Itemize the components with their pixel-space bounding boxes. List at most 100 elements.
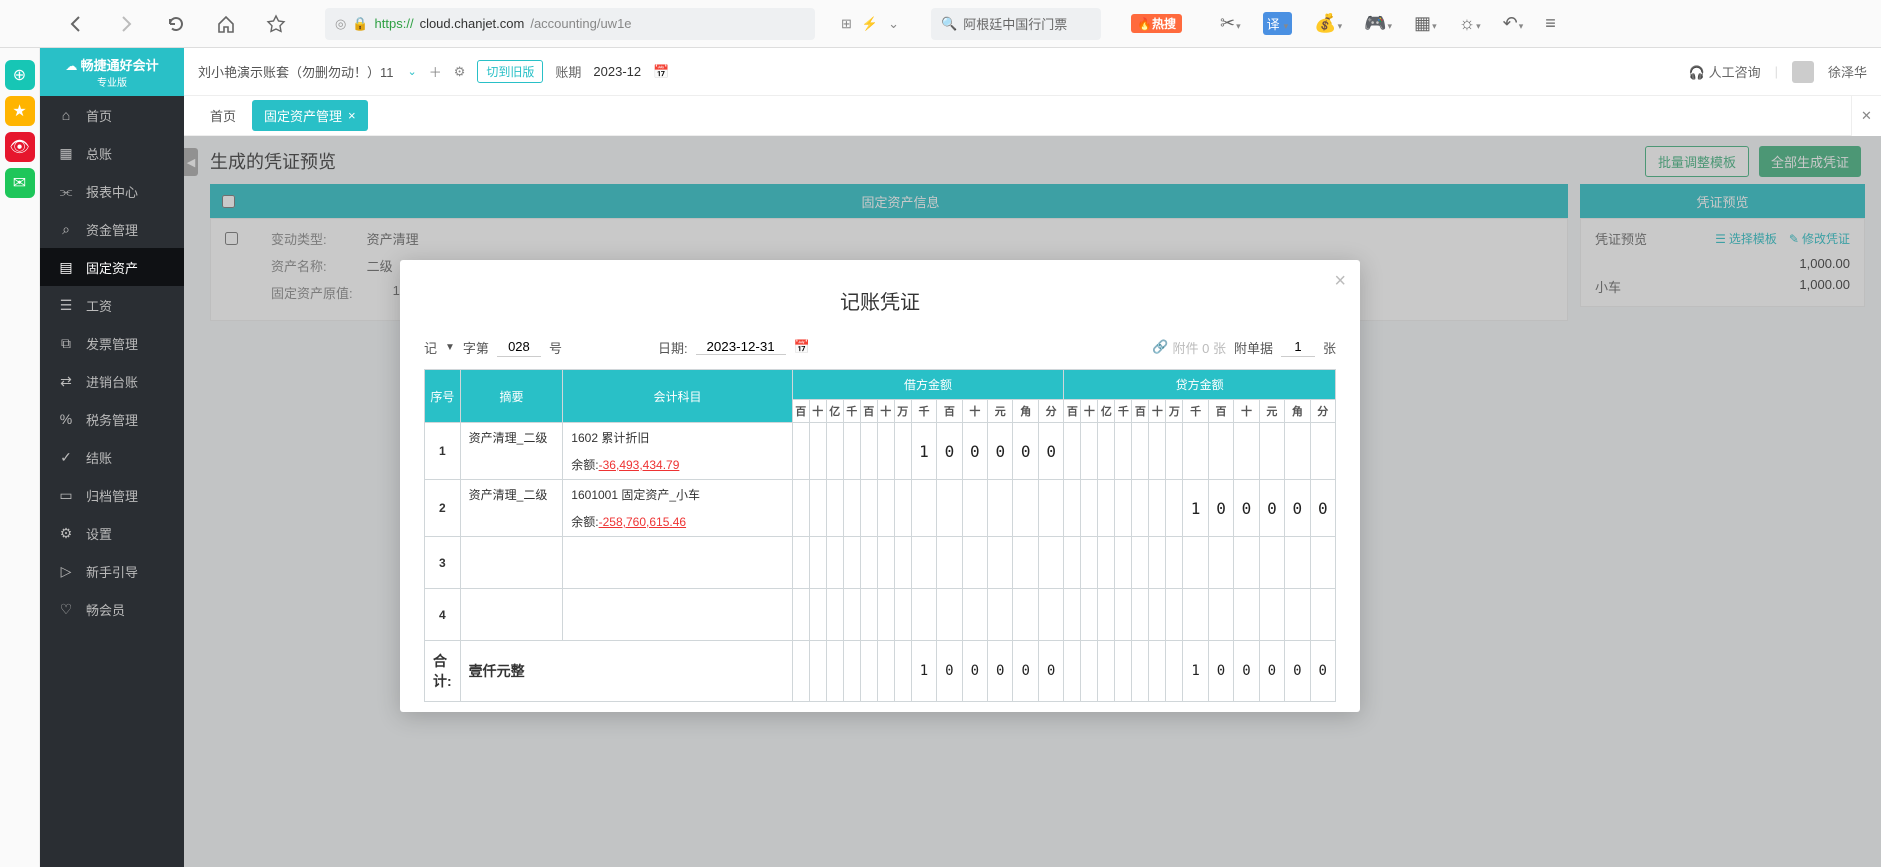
- url-host: cloud.chanjet.com: [420, 16, 525, 31]
- menu-icon: ☰: [58, 297, 74, 314]
- menu-icon: ✓: [58, 449, 74, 466]
- sidebar-item-label: 进销台账: [86, 372, 138, 391]
- menu-icon: ⧉: [58, 335, 74, 352]
- url-scheme: https://: [375, 16, 414, 31]
- sidebar-item-11[interactable]: ⚙设置: [40, 514, 184, 552]
- support-link[interactable]: 🎧 人工咨询: [1689, 62, 1761, 81]
- sun-icon[interactable]: ☼▾: [1459, 13, 1481, 34]
- chevron-down-icon[interactable]: ▼: [445, 342, 455, 353]
- chevron-down-icon[interactable]: ⌄: [408, 65, 417, 78]
- menu-icon: ⫘: [58, 183, 74, 200]
- grid-icon[interactable]: ▦▾: [1414, 13, 1437, 34]
- os-app-4[interactable]: ✉: [5, 168, 35, 198]
- voucher-modal: × 记账凭证 记 ▼ 字第 号 日期: 📅 🔗 附件 0 张 附单据 张 序号 …: [400, 260, 1360, 712]
- scissors-icon[interactable]: ✂▾: [1220, 13, 1241, 34]
- menu-icon: ▤: [58, 259, 74, 276]
- tab-fixed-assets[interactable]: 固定资产管理 ×: [252, 100, 368, 131]
- wallet-icon[interactable]: 💰▾: [1314, 13, 1342, 34]
- browser-toolbar: ◎ 🔒 https://cloud.chanjet.com/accounting…: [0, 0, 1881, 48]
- menu-icon[interactable]: ≡: [1545, 13, 1556, 34]
- sidebar-item-2[interactable]: ⫘ 报表中心: [40, 172, 184, 210]
- calendar-icon[interactable]: 📅: [653, 64, 669, 80]
- cloud-icon: ☁ 畅捷通好会计: [65, 55, 158, 74]
- attachment-link[interactable]: 🔗 附件 0 张: [1152, 338, 1226, 357]
- sidebar-item-label: 首页: [86, 106, 112, 125]
- voucher-row: 3: [425, 537, 1336, 589]
- undo-icon[interactable]: ↶▾: [1503, 13, 1524, 34]
- lock-icon: 🔒: [352, 16, 368, 32]
- tab-bar: 首页 固定资产管理 ×: [184, 96, 1881, 136]
- voucher-type[interactable]: 记: [424, 338, 437, 357]
- plus-icon[interactable]: ＋: [429, 62, 442, 81]
- menu-icon: ♡: [58, 601, 74, 618]
- sidebar-item-label: 工资: [86, 296, 112, 315]
- os-app-3[interactable]: 👁: [5, 132, 35, 162]
- chevron-down-icon[interactable]: ⌄: [888, 16, 899, 32]
- menu-icon: ▷: [58, 563, 74, 580]
- translate-icon[interactable]: 译▾: [1263, 12, 1293, 35]
- sidebar-item-label: 发票管理: [86, 334, 138, 353]
- sidebar-item-label: 结账: [86, 448, 112, 467]
- sidebar-item-3[interactable]: ⌕ 资金管理: [40, 210, 184, 248]
- url-path: /accounting/uw1e: [530, 16, 631, 31]
- switch-old-button[interactable]: 切到旧版: [477, 60, 543, 83]
- menu-icon: ▦: [58, 145, 74, 162]
- home-icon[interactable]: [215, 13, 237, 35]
- sidebar-item-label: 资金管理: [86, 220, 138, 239]
- user-name[interactable]: 徐泽华: [1828, 62, 1867, 81]
- forward-icon[interactable]: [115, 13, 137, 35]
- back-icon[interactable]: [65, 13, 87, 35]
- close-icon[interactable]: ×: [348, 108, 356, 123]
- brand: ☁ 畅捷通好会计 专业版: [40, 48, 184, 96]
- voucher-row: 2资产清理_二级1601001 固定资产_小车余额:-258,760,615.4…: [425, 480, 1336, 537]
- tab-home[interactable]: 首页: [198, 100, 248, 131]
- bolt-icon[interactable]: ⚡: [862, 16, 878, 32]
- modal-title: 记账凭证: [424, 286, 1336, 315]
- period-value[interactable]: 2023-12: [593, 64, 641, 79]
- brand-sub: 专业版: [97, 74, 127, 89]
- sidebar-item-10[interactable]: ▭归档管理: [40, 476, 184, 514]
- slip-count-input[interactable]: [1281, 337, 1315, 357]
- hot-tag[interactable]: 🔥热搜: [1131, 14, 1182, 33]
- app-sidebar: ☁ 畅捷通好会计 专业版 ⌂ 首页 ▦ 总账 ⫘ 报表中心 ⌕ 资金管理 ▤固定资产 ☰ 工资 ⧉ 发票…: [40, 48, 184, 867]
- sidebar-item-5[interactable]: ☰ 工资: [40, 286, 184, 324]
- sidebar-item-0[interactable]: ⌂ 首页: [40, 96, 184, 134]
- close-panel-button[interactable]: ✕: [1851, 96, 1881, 136]
- sidebar-item-12[interactable]: ▷新手引导: [40, 552, 184, 590]
- sidebar-item-7[interactable]: ⇄进销台账: [40, 362, 184, 400]
- sidebar-item-13[interactable]: ♡ 畅会员: [40, 590, 184, 628]
- sidebar-item-label: 畅会员: [86, 600, 125, 619]
- voucher-number-input[interactable]: [497, 337, 541, 357]
- sidebar-item-4[interactable]: ▤固定资产: [40, 248, 184, 286]
- tab-label: 固定资产管理: [264, 106, 342, 125]
- sidebar-item-label: 报表中心: [86, 182, 138, 201]
- period-label: 账期: [555, 62, 581, 81]
- menu-icon: ⚙: [58, 525, 74, 542]
- menu-icon: ⌂: [58, 107, 74, 123]
- os-app-1[interactable]: ⊕: [5, 60, 35, 90]
- address-bar[interactable]: ◎ 🔒 https://cloud.chanjet.com/accounting…: [325, 8, 815, 40]
- sidebar-item-9[interactable]: ✓ 结账: [40, 438, 184, 476]
- qr-icon[interactable]: ⊞: [841, 16, 852, 32]
- avatar[interactable]: [1792, 61, 1814, 83]
- search-placeholder: 阿根廷中国行门票: [963, 14, 1067, 33]
- search-icon: 🔍: [941, 16, 957, 32]
- reload-icon[interactable]: [165, 13, 187, 35]
- game-icon[interactable]: 🎮▾: [1364, 13, 1392, 34]
- sidebar-item-label: 归档管理: [86, 486, 138, 505]
- menu-icon: ⌕: [58, 221, 74, 238]
- sidebar-item-1[interactable]: ▦ 总账: [40, 134, 184, 172]
- top-bar: 刘小艳演示账套（勿删勿动！）11 ⌄ ＋ ⚙ 切到旧版 账期 2023-12 📅…: [184, 48, 1881, 96]
- calendar-icon[interactable]: 📅: [794, 339, 810, 355]
- account-name[interactable]: 刘小艳演示账套（勿删勿动！）11: [198, 62, 394, 81]
- sidebar-item-6[interactable]: ⧉ 发票管理: [40, 324, 184, 362]
- os-app-2[interactable]: ★: [5, 96, 35, 126]
- sidebar-item-label: 总账: [86, 144, 112, 163]
- search-box[interactable]: 🔍 阿根廷中国行门票: [931, 8, 1101, 40]
- voucher-total-row: 合计:壹仟元整100000100000: [425, 641, 1336, 702]
- close-icon[interactable]: ×: [1334, 270, 1346, 293]
- sidebar-item-8[interactable]: %税务管理: [40, 400, 184, 438]
- gear-icon[interactable]: ⚙: [454, 64, 466, 80]
- star-icon[interactable]: [265, 13, 287, 35]
- voucher-date-input[interactable]: [696, 339, 786, 355]
